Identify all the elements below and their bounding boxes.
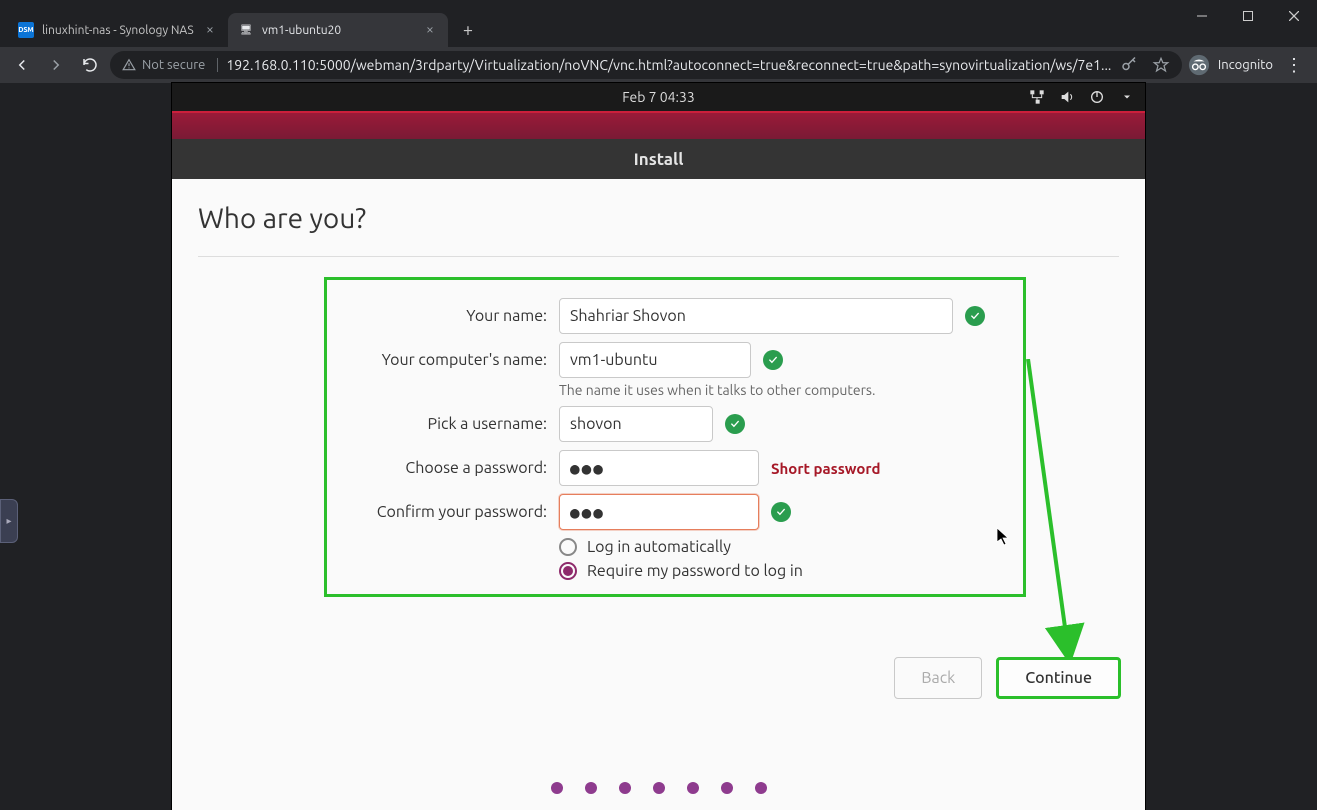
key-icon[interactable]: [1120, 56, 1138, 74]
button-row: Back Continue: [894, 657, 1121, 699]
computer-name-input[interactable]: [559, 342, 751, 378]
warning-icon: [122, 58, 136, 72]
tab-strip: DSM linuxhint-nas - Synology NAS × 🖥 vm1…: [0, 13, 482, 47]
incognito-icon: [1188, 54, 1210, 76]
omnibox[interactable]: Not secure 192.168.0.110:5000/webman/3rd…: [110, 51, 1182, 79]
incognito-indicator[interactable]: Incognito: [1188, 54, 1273, 76]
password-label: Choose a password:: [341, 459, 547, 477]
power-icon[interactable]: [1089, 89, 1105, 105]
reload-button[interactable]: [76, 51, 104, 79]
chevron-down-icon[interactable]: [1119, 89, 1135, 105]
maximize-button[interactable]: [1225, 0, 1271, 32]
tab-title: vm1-ubuntu20: [262, 24, 414, 37]
installer-body: Who are you? Your name: ✓ Your computer'…: [172, 179, 1145, 810]
new-tab-button[interactable]: +: [454, 16, 482, 44]
novnc-panel-handle[interactable]: ▸: [0, 499, 18, 543]
favicon-vm-icon: 🖥: [238, 22, 254, 38]
incognito-label: Incognito: [1218, 58, 1273, 72]
radio-unchecked-icon[interactable]: [559, 538, 577, 556]
check-icon: ✓: [965, 306, 985, 326]
page-heading: Who are you?: [198, 203, 1119, 234]
check-icon: ✓: [725, 414, 745, 434]
computer-name-label: Your computer's name:: [341, 351, 547, 369]
system-tray[interactable]: [1029, 83, 1135, 111]
radio-checked-icon[interactable]: [559, 562, 577, 580]
check-icon: ✓: [771, 502, 791, 522]
continue-button[interactable]: Continue: [996, 657, 1121, 699]
page-viewport: ▸ Feb 7 04:33 Install Who are you? Your …: [0, 83, 1317, 810]
browser-titlebar: DSM linuxhint-nas - Synology NAS × 🖥 vm1…: [0, 0, 1317, 47]
vm-screen: Feb 7 04:33 Install Who are you? Your na…: [172, 83, 1145, 810]
tab-title: linuxhint-nas - Synology NAS: [42, 24, 194, 37]
progress-dot: [551, 782, 563, 794]
volume-icon[interactable]: [1059, 89, 1075, 105]
password-strength: Short password: [771, 460, 880, 477]
progress-dot: [721, 782, 733, 794]
favicon-dsm-icon: DSM: [18, 22, 34, 38]
computer-name-hint: The name it uses when it talks to other …: [559, 382, 1009, 398]
window-controls: [1179, 0, 1317, 32]
installer-title: Install: [634, 150, 684, 169]
progress-dot: [755, 782, 767, 794]
progress-dot: [653, 782, 665, 794]
tab-vm1-ubuntu20[interactable]: 🖥 vm1-ubuntu20 ×: [228, 13, 448, 47]
progress-dot: [687, 782, 699, 794]
login-require-password-option[interactable]: Require my password to log in: [559, 562, 1009, 580]
divider: [198, 256, 1119, 257]
close-window-button[interactable]: [1271, 0, 1317, 32]
browser-menu-button[interactable]: ⋮: [1279, 55, 1309, 76]
confirm-password-input[interactable]: [559, 494, 759, 530]
back-button[interactable]: [8, 51, 36, 79]
minimize-button[interactable]: [1179, 0, 1225, 32]
installer-titlebar: Install: [172, 139, 1145, 179]
clock[interactable]: Feb 7 04:33: [622, 89, 695, 105]
security-status[interactable]: Not secure: [122, 58, 218, 72]
tab-close-icon[interactable]: ×: [202, 22, 218, 38]
back-button[interactable]: Back: [894, 657, 982, 699]
login-auto-option[interactable]: Log in automatically: [559, 538, 1009, 556]
network-icon[interactable]: [1029, 89, 1045, 105]
check-icon: ✓: [763, 350, 783, 370]
progress-dot: [585, 782, 597, 794]
username-input[interactable]: [559, 406, 713, 442]
address-bar: Not secure 192.168.0.110:5000/webman/3rd…: [0, 47, 1317, 83]
user-info-form: Your name: ✓ Your computer's name: ✓ The…: [324, 277, 1026, 597]
username-label: Pick a username:: [341, 415, 547, 433]
progress-dots: [172, 782, 1145, 794]
gnome-top-bar: Feb 7 04:33: [172, 83, 1145, 111]
url-text: 192.168.0.110:5000/webman/3rdparty/Virtu…: [226, 57, 1111, 73]
your-name-input[interactable]: [559, 298, 953, 334]
bookmark-star-icon[interactable]: [1152, 56, 1170, 74]
confirm-password-label: Confirm your password:: [341, 503, 547, 521]
require-password-label: Require my password to log in: [587, 562, 803, 580]
forward-button[interactable]: [42, 51, 70, 79]
password-input[interactable]: [559, 450, 759, 486]
ubuntu-accent-strip: [172, 111, 1145, 139]
your-name-label: Your name:: [341, 307, 547, 325]
security-label: Not secure: [142, 58, 205, 72]
auto-login-label: Log in automatically: [587, 538, 731, 556]
progress-dot: [619, 782, 631, 794]
tab-synology[interactable]: DSM linuxhint-nas - Synology NAS ×: [8, 13, 228, 47]
tab-close-icon[interactable]: ×: [422, 22, 438, 38]
